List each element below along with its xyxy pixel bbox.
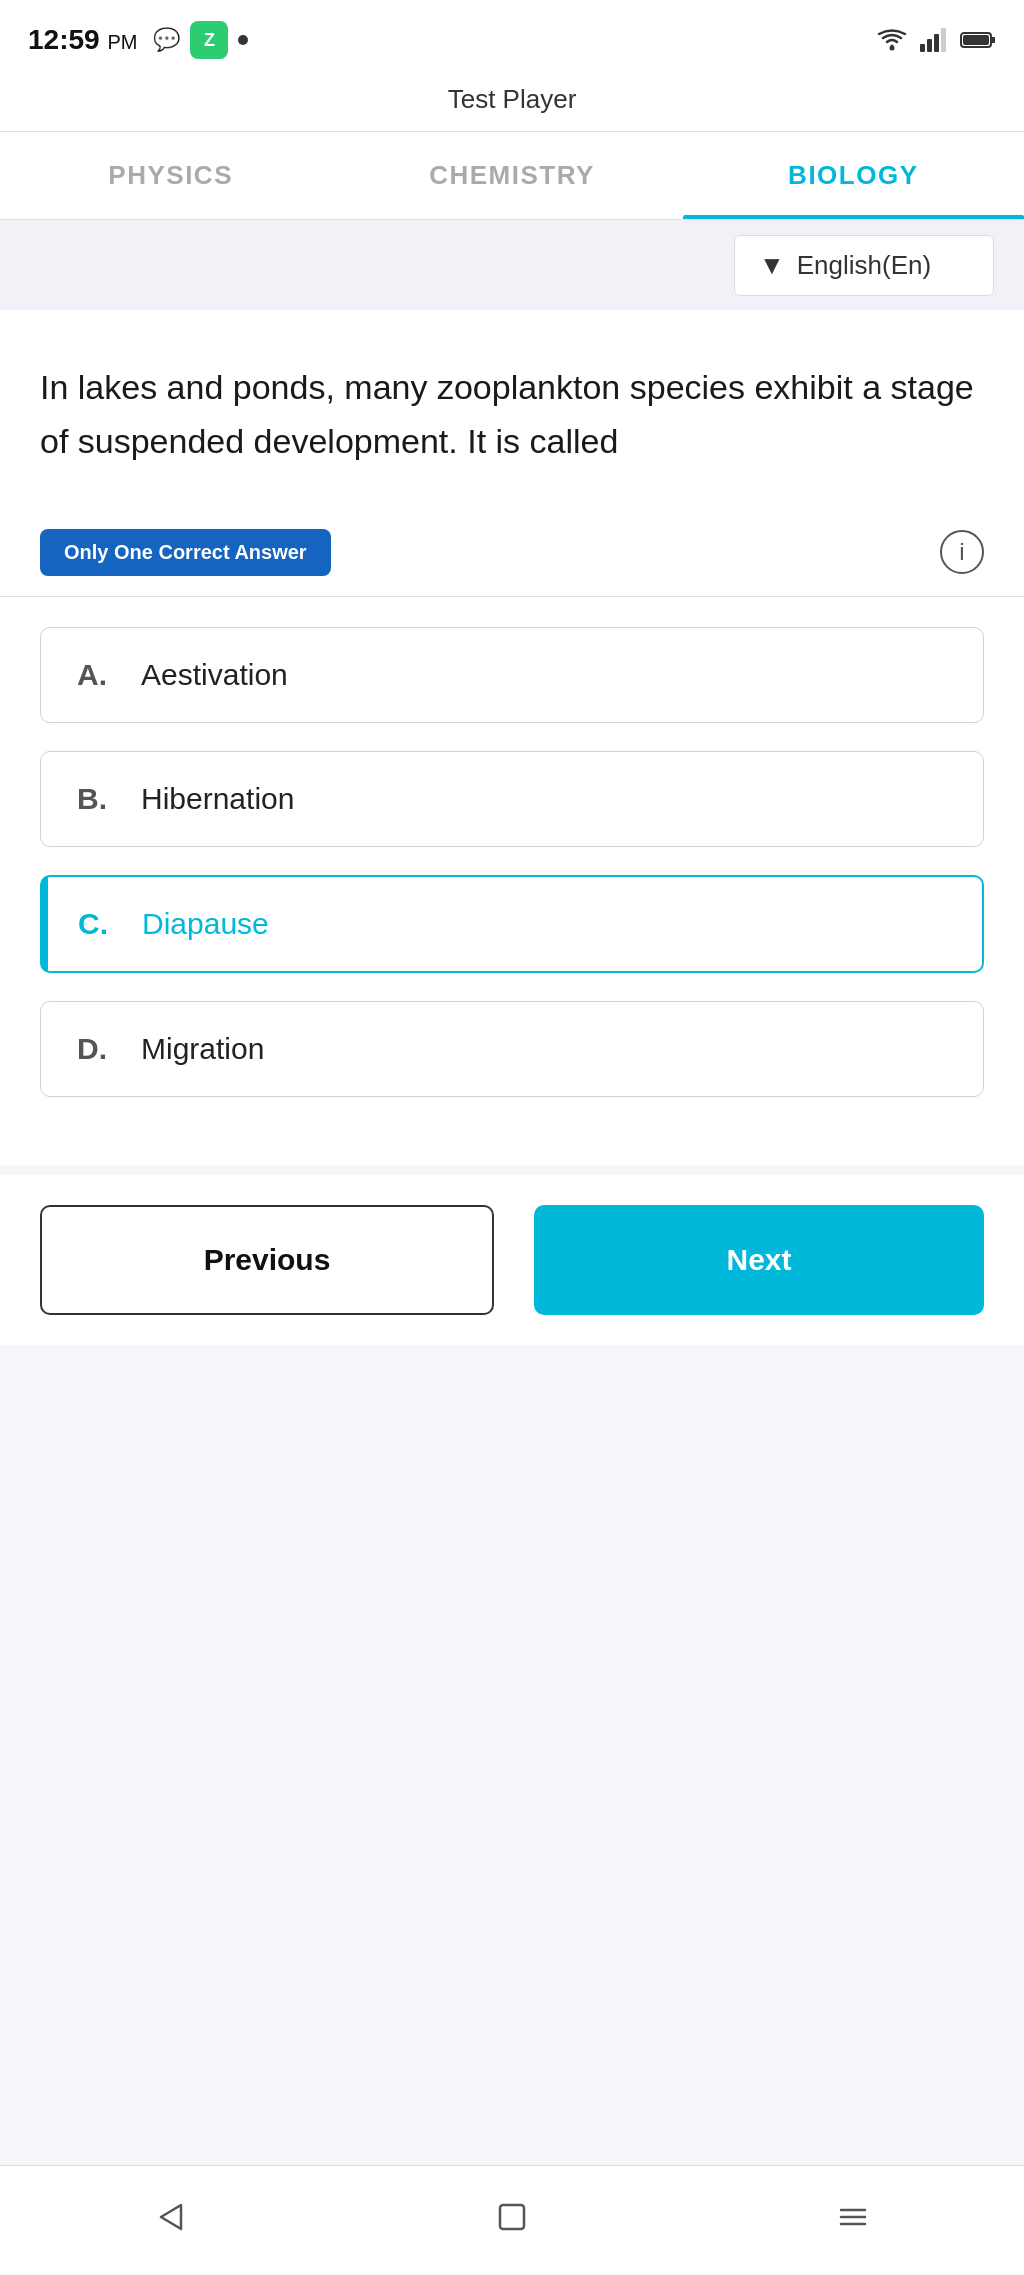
info-icon[interactable]: i xyxy=(940,530,984,574)
back-button[interactable] xyxy=(144,2190,198,2244)
menu-button[interactable] xyxy=(826,2190,880,2244)
option-c[interactable]: C. Diapause xyxy=(40,875,984,973)
svg-rect-2 xyxy=(927,39,932,52)
language-dropdown[interactable]: ▼ English(En) xyxy=(734,235,994,296)
app-title: Test Player xyxy=(448,84,577,114)
svg-rect-9 xyxy=(500,2205,524,2229)
home-button[interactable] xyxy=(485,2190,539,2244)
option-a[interactable]: A. Aestivation xyxy=(40,627,984,723)
question-area: In lakes and ponds, many zooplankton spe… xyxy=(0,310,1024,499)
svg-rect-1 xyxy=(920,44,925,52)
tab-physics[interactable]: PHYSICS xyxy=(0,132,341,219)
home-square-icon xyxy=(494,2199,530,2235)
wifi-icon xyxy=(876,28,908,52)
option-c-label: C. xyxy=(78,907,118,941)
menu-lines-icon xyxy=(835,2199,871,2235)
option-d-label: D. xyxy=(77,1032,117,1066)
status-left: 12:59 PM 💬 Z xyxy=(28,21,248,59)
chevron-down-icon: ▼ xyxy=(759,250,785,281)
option-c-text: Diapause xyxy=(142,907,269,941)
title-bar: Test Player xyxy=(0,72,1024,132)
option-a-text: Aestivation xyxy=(141,658,288,692)
whatsapp-icon: 💬 xyxy=(153,27,180,53)
svg-marker-8 xyxy=(161,2205,181,2229)
option-b-text: Hibernation xyxy=(141,782,294,816)
status-bar: 12:59 PM 💬 Z xyxy=(0,0,1024,72)
back-triangle-icon xyxy=(153,2199,189,2235)
signal-icon xyxy=(920,28,948,52)
tab-biology[interactable]: BIOLOGY xyxy=(683,132,1024,219)
svg-rect-7 xyxy=(963,35,989,45)
language-bar: ▼ English(En) xyxy=(0,220,1024,310)
next-button[interactable]: Next xyxy=(534,1205,984,1315)
bottom-nav-bar xyxy=(0,2165,1024,2275)
notification-dot xyxy=(238,35,248,45)
option-d-text: Migration xyxy=(141,1032,264,1066)
tab-chemistry[interactable]: CHEMISTRY xyxy=(341,132,682,219)
option-b-label: B. xyxy=(77,782,117,816)
previous-button[interactable]: Previous xyxy=(40,1205,494,1315)
options-container: A. Aestivation B. Hibernation C. Diapaus… xyxy=(0,597,1024,1165)
svg-rect-3 xyxy=(934,34,939,52)
answer-type-badge: Only One Correct Answer xyxy=(40,529,331,576)
status-icons: 💬 Z xyxy=(153,21,248,59)
option-a-label: A. xyxy=(77,658,117,692)
app-icon: Z xyxy=(190,21,228,59)
answer-type-row: Only One Correct Answer i xyxy=(0,499,1024,597)
svg-rect-6 xyxy=(991,37,995,43)
svg-rect-4 xyxy=(941,28,946,52)
tab-bar: PHYSICS CHEMISTRY BIOLOGY xyxy=(0,132,1024,220)
nav-buttons: Previous Next xyxy=(0,1175,1024,1345)
status-time: 12:59 PM xyxy=(28,24,137,56)
option-b[interactable]: B. Hibernation xyxy=(40,751,984,847)
question-text: In lakes and ponds, many zooplankton spe… xyxy=(40,360,984,469)
svg-point-0 xyxy=(890,46,895,51)
language-label: English(En) xyxy=(797,250,931,281)
option-d[interactable]: D. Migration xyxy=(40,1001,984,1097)
battery-icon xyxy=(960,29,996,51)
status-right xyxy=(876,28,996,52)
